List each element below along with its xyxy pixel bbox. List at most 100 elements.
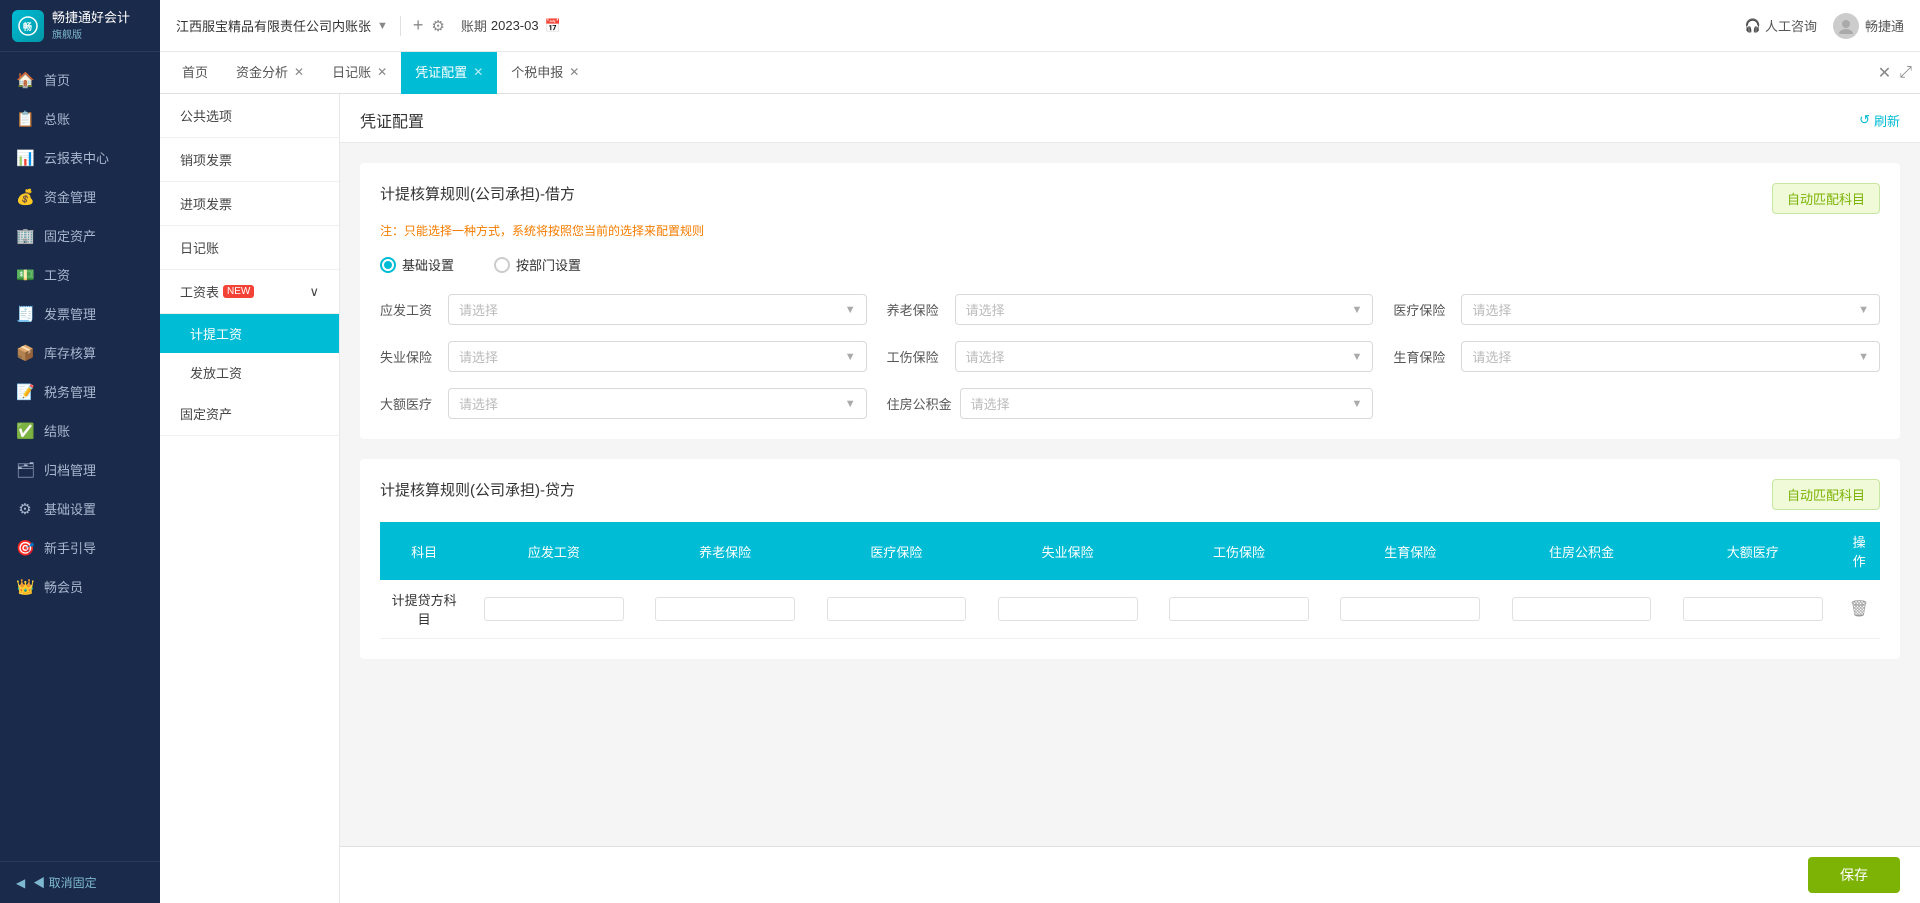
tab-voucher-config[interactable]: 凭证配置 ✕	[401, 52, 497, 94]
tab-close-all-button[interactable]: ✕	[1878, 63, 1891, 83]
credit-section: 计提核算规则(公司承担)-贷方 自动匹配科目 科目 应发工资 养老保险 医疗保险…	[360, 459, 1900, 659]
sidebar-item-checkout[interactable]: ✅ 结账	[0, 411, 160, 450]
salary-table-chevron-icon: ∨	[309, 284, 319, 300]
tab-funds-close-icon[interactable]: ✕	[294, 65, 304, 79]
invoice-icon: 🧾	[16, 305, 34, 323]
sidebar-unpin-button[interactable]: ◀ ◀ 取消固定	[0, 861, 160, 903]
refresh-label: 刷新	[1874, 111, 1900, 130]
row-housing-fund-input[interactable]	[1512, 597, 1652, 621]
sidebar-item-home[interactable]: 🏠 首页	[0, 60, 160, 99]
main-content: 计提核算规则(公司承担)-借方 自动匹配科目 注：只能选择一种方式，系统将按照您…	[340, 143, 1920, 846]
add-button[interactable]: +	[413, 15, 424, 36]
col-salary: 应发工资	[468, 522, 639, 580]
radio-basic-circle	[380, 257, 396, 273]
content-area: 公共选项 销项发票 进项发票 日记账 工资表 NEW ∨ 计提工资	[160, 94, 1920, 903]
maternity-select[interactable]: 请选择 ▼	[1461, 341, 1880, 372]
row-medical-input[interactable]	[827, 597, 967, 621]
user-area[interactable]: 畅捷通	[1833, 13, 1904, 39]
save-button[interactable]: 保存	[1808, 857, 1900, 893]
sidebar-item-vip[interactable]: 👑 畅会员	[0, 567, 160, 606]
sidebar-item-settings[interactable]: ⚙ 基础设置	[0, 489, 160, 528]
credit-section-header: 计提核算规则(公司承担)-贷方 自动匹配科目	[380, 479, 1880, 510]
sidebar-label-checkout: 结账	[44, 421, 70, 440]
injury-placeholder: 请选择	[966, 347, 1005, 366]
tab-funds-analysis[interactable]: 资金分析 ✕	[222, 52, 318, 94]
user-name: 畅捷通	[1865, 16, 1904, 35]
left-menu-accrual[interactable]: 计提工资	[160, 314, 339, 353]
left-menu-sales-invoice-label: 销项发票	[180, 153, 232, 168]
row-subject-label: 计提贷方科目	[380, 580, 468, 639]
sidebar-item-archive[interactable]: 🗂 归档管理	[0, 450, 160, 489]
salary-icon: 💵	[16, 266, 34, 284]
left-menu-purchase-invoice[interactable]: 进项发票	[160, 182, 339, 226]
row-large-medical-input[interactable]	[1683, 597, 1823, 621]
salary-select[interactable]: 请选择 ▼	[448, 294, 867, 325]
form-item-large-medical: 大额医疗 请选择 ▼	[380, 388, 867, 419]
main-area: 江西服宝精品有限责任公司内账张 ▼ + ⚙ 账期 2023-03 📅 🎧 人工咨…	[160, 0, 1920, 903]
row-pension-input[interactable]	[655, 597, 795, 621]
row-injury-input[interactable]	[1169, 597, 1309, 621]
sidebar-item-funds[interactable]: 💰 资金管理	[0, 177, 160, 216]
sidebar-item-ledger[interactable]: 📋 总账	[0, 99, 160, 138]
radio-basic-settings[interactable]: 基础设置	[380, 255, 454, 274]
tab-home[interactable]: 首页	[168, 52, 222, 94]
user-avatar	[1833, 13, 1859, 39]
row-large-medical-input-cell	[1667, 580, 1838, 639]
large-medical-select[interactable]: 请选择 ▼	[448, 388, 867, 419]
page-header: 凭证配置 ↺ 刷新	[340, 94, 1920, 143]
row-maternity-input[interactable]	[1340, 597, 1480, 621]
company-selector[interactable]: 江西服宝精品有限责任公司内账张 ▼	[176, 16, 388, 35]
left-menu-accrual-label: 计提工资	[190, 327, 242, 342]
housing-fund-select[interactable]: 请选择 ▼	[960, 388, 1374, 419]
tab-journal-close-icon[interactable]: ✕	[377, 65, 387, 79]
left-menu-journal[interactable]: 日记账	[160, 226, 339, 270]
unemployment-label: 失业保险	[380, 347, 440, 366]
left-menu-public-label: 公共选项	[180, 109, 232, 124]
tab-expand-button[interactable]: ⤢	[1899, 64, 1912, 82]
sidebar-item-tax[interactable]: 📝 税务管理	[0, 372, 160, 411]
row-unemployment-input[interactable]	[998, 597, 1138, 621]
radio-dept-label: 按部门设置	[516, 255, 581, 274]
pension-chevron-icon: ▼	[1351, 304, 1362, 316]
sidebar-item-invoice[interactable]: 🧾 发票管理	[0, 294, 160, 333]
left-menu-payroll[interactable]: 发放工资	[160, 353, 339, 392]
left-menu-salary-table[interactable]: 工资表 NEW ∨	[160, 270, 339, 314]
left-menu-sales-invoice[interactable]: 销项发票	[160, 138, 339, 182]
tab-journal[interactable]: 日记账 ✕	[318, 52, 401, 94]
sidebar-item-reports[interactable]: 📊 云报表中心	[0, 138, 160, 177]
page-title: 凭证配置	[360, 108, 424, 132]
row-maternity-input-cell	[1325, 580, 1496, 639]
sidebar-label-archive: 归档管理	[44, 460, 96, 479]
sidebar-item-guide[interactable]: 🎯 新手引导	[0, 528, 160, 567]
row-salary-input[interactable]	[484, 597, 624, 621]
medical-select[interactable]: 请选择 ▼	[1461, 294, 1880, 325]
calendar-icon[interactable]: 📅	[545, 18, 561, 34]
company-chevron-icon: ▼	[377, 20, 388, 32]
settings-button[interactable]: ⚙	[431, 17, 444, 35]
salary-chevron-icon: ▼	[845, 304, 856, 316]
sidebar-item-inventory[interactable]: 📦 库存核算	[0, 333, 160, 372]
tab-tax-filing[interactable]: 个税申报 ✕	[497, 52, 593, 94]
large-medical-placeholder: 请选择	[459, 394, 498, 413]
radio-dept-settings[interactable]: 按部门设置	[494, 255, 581, 274]
sidebar-item-salary[interactable]: 💵 工资	[0, 255, 160, 294]
form-item-housing-fund: 住房公积金 请选择 ▼	[887, 388, 1374, 419]
tab-tax-close-icon[interactable]: ✕	[569, 65, 579, 79]
injury-select[interactable]: 请选择 ▼	[955, 341, 1374, 372]
sidebar-item-fixed-assets[interactable]: 🏢 固定资产	[0, 216, 160, 255]
refresh-button[interactable]: ↺ 刷新	[1859, 111, 1900, 130]
tab-voucher-close-icon[interactable]: ✕	[473, 65, 483, 79]
left-menu-fixed-assets[interactable]: 固定资产	[160, 392, 339, 436]
debit-auto-match-button[interactable]: 自动匹配科目	[1772, 183, 1880, 214]
unemployment-select[interactable]: 请选择 ▼	[448, 341, 867, 372]
form-item-medical: 医疗保险 请选择 ▼	[1393, 294, 1880, 325]
pension-select[interactable]: 请选择 ▼	[955, 294, 1374, 325]
row-delete-button[interactable]: 🗑	[1849, 601, 1869, 618]
left-menu-public[interactable]: 公共选项	[160, 94, 339, 138]
form-item-pension: 养老保险 请选择 ▼	[887, 294, 1374, 325]
credit-auto-match-button[interactable]: 自动匹配科目	[1772, 479, 1880, 510]
support-button[interactable]: 🎧 人工咨询	[1745, 16, 1817, 35]
row-salary-input-cell	[468, 580, 639, 639]
housing-fund-placeholder: 请选择	[971, 394, 1010, 413]
vip-icon: 👑	[16, 578, 34, 596]
